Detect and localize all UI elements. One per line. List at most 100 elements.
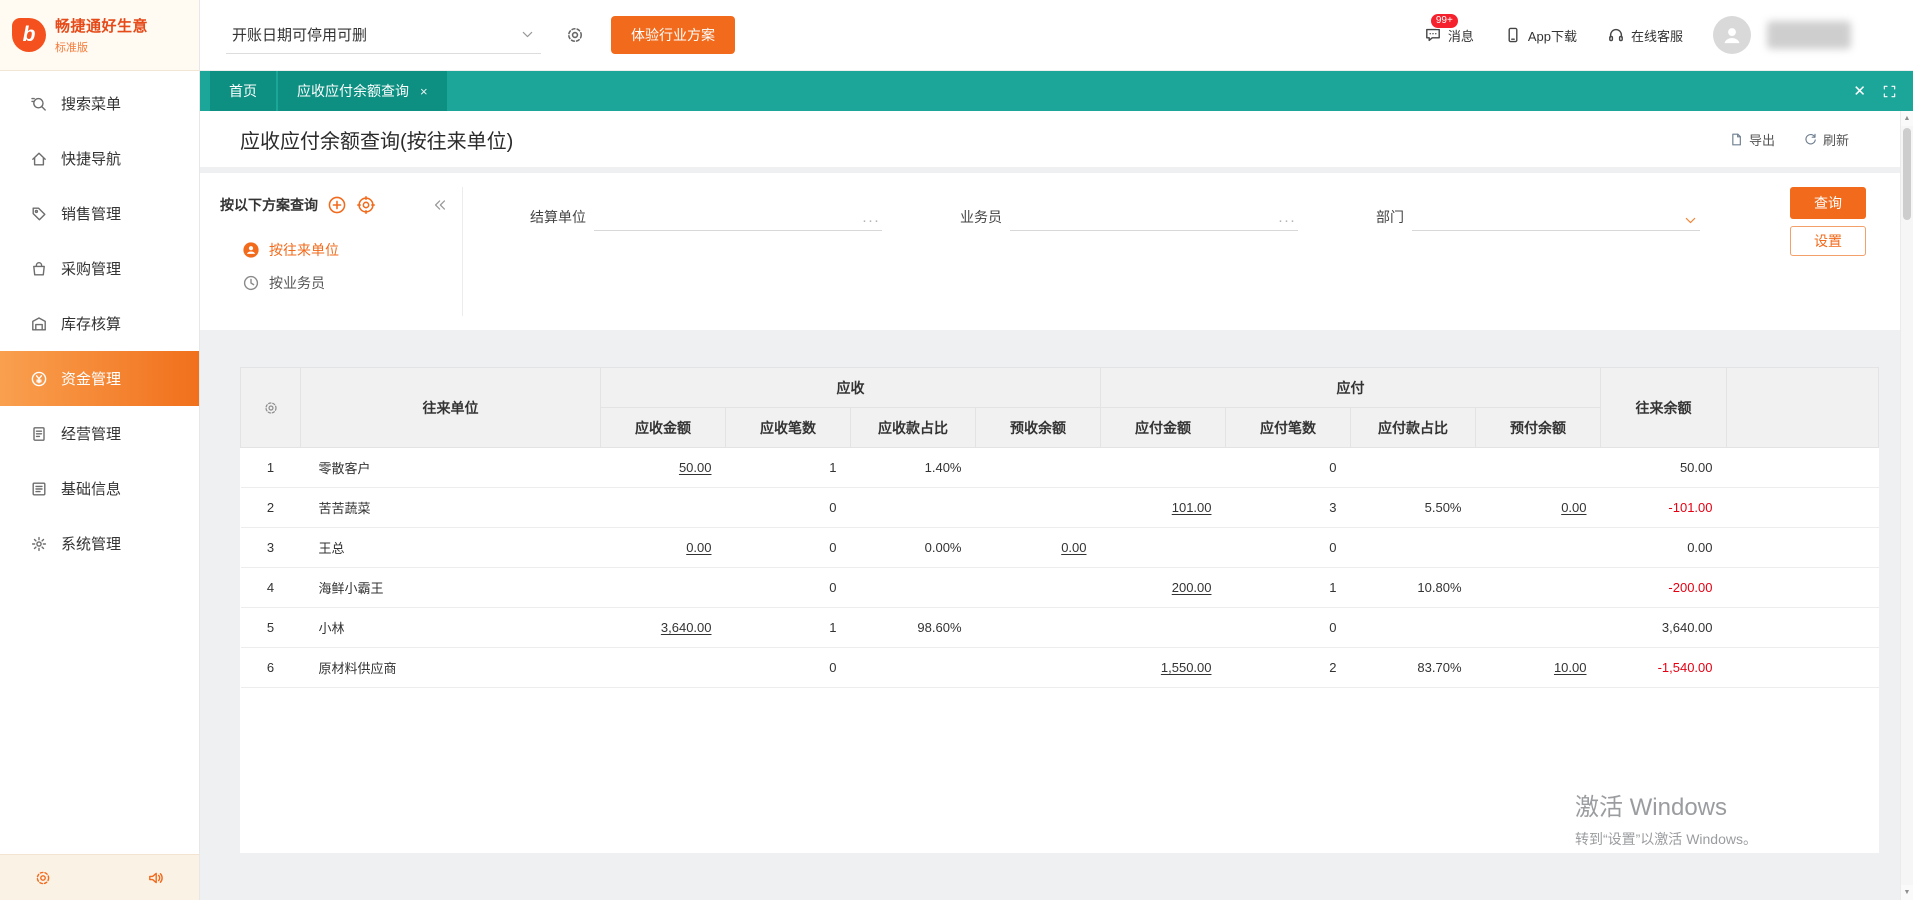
export-button[interactable]: 导出	[1729, 130, 1775, 149]
fullscreen-icon[interactable]	[1882, 84, 1897, 99]
more-icon[interactable]: ···	[1278, 213, 1296, 228]
sidebar-item-sales[interactable]: 销售管理	[0, 186, 199, 241]
col-payable-ratio: 应付款占比	[1350, 407, 1476, 448]
field-input[interactable]: ···	[594, 205, 882, 231]
gear-icon[interactable]	[565, 25, 585, 45]
table-row: 3 王总 0.00 0 0.00% 0.00 0 0.00	[240, 527, 1879, 568]
amount-link[interactable]: 101.00	[1100, 487, 1226, 528]
vertical-scrollbar[interactable]: ▲ ▼	[1900, 111, 1913, 900]
col-prereceipt-balance: 预收余额	[975, 407, 1101, 448]
scrollbar-thumb[interactable]	[1903, 128, 1911, 220]
account-set-label: 开账日期可停用可删	[232, 27, 368, 44]
amount-link[interactable]: 50.00	[600, 447, 726, 488]
trial-plan-button[interactable]: 体验行业方案	[611, 16, 735, 54]
col-group-payable: 应付	[1100, 367, 1601, 408]
sidebar-footer	[0, 854, 199, 900]
collapse-panel-icon[interactable]	[432, 197, 448, 213]
amount-cell	[850, 487, 976, 528]
field-input[interactable]: ···	[1010, 205, 1298, 231]
refresh-button[interactable]: 刷新	[1803, 130, 1849, 149]
messages-button[interactable]: 99+ 消息	[1424, 12, 1474, 45]
scroll-up-icon[interactable]: ▲	[1901, 111, 1913, 126]
scroll-down-icon[interactable]: ▼	[1901, 885, 1913, 900]
tab-home[interactable]: 首页	[210, 71, 276, 111]
tab-balance-query[interactable]: 应收应付余额查询 ×	[278, 71, 447, 111]
amount-cell	[1475, 447, 1601, 488]
amount-link[interactable]: 0.00	[975, 527, 1101, 568]
scheme-item-2[interactable]: 按业务员	[242, 266, 448, 299]
amount-cell: 1	[725, 447, 851, 488]
more-icon[interactable]: ···	[862, 213, 880, 228]
amount-link[interactable]: 10.00	[1475, 647, 1601, 688]
add-scheme-icon[interactable]	[327, 195, 347, 215]
amount-cell: 0	[1225, 527, 1351, 568]
sidebar-item-label: 库存核算	[61, 316, 122, 333]
content: 应收应付余额查询(按往来单位) 导出 刷新 按以下方案查询 按往来单位 按业务员…	[200, 111, 1913, 900]
amount-cell: 0.00%	[850, 527, 976, 568]
brand-edition: 标准版	[55, 42, 88, 54]
account-set-select[interactable]: 开账日期可停用可删	[226, 16, 541, 54]
page-title: 应收应付余额查询(按往来单位)	[240, 130, 514, 153]
amount-cell: 1.40%	[850, 447, 976, 488]
query-scheme-box: 按以下方案查询 按往来单位 按业务员	[200, 173, 462, 330]
amount-cell	[850, 647, 976, 688]
username-redacted	[1767, 21, 1851, 49]
sidebar-item-baseinfo[interactable]: 基础信息	[0, 461, 199, 516]
announcement-icon[interactable]	[147, 869, 165, 887]
table-row: 2 苦苦蔬菜 0 101.00 3 5.50% 0.00 -101.00	[240, 487, 1879, 528]
row-index: 5	[240, 607, 301, 648]
person-icon	[1721, 24, 1743, 46]
sidebar-item-purchase[interactable]: 采购管理	[0, 241, 199, 296]
row-index: 6	[240, 647, 301, 688]
tab-close-icon[interactable]: ×	[420, 84, 428, 99]
scheme-head: 按以下方案查询	[220, 195, 448, 215]
customer-name: 小林	[300, 607, 601, 648]
amount-link[interactable]: 1,550.00	[1100, 647, 1226, 688]
amount-link[interactable]: 200.00	[1100, 567, 1226, 608]
query-button[interactable]: 查询	[1790, 187, 1866, 219]
footer-gear-icon[interactable]	[34, 869, 52, 887]
amount-cell: -200.00	[1600, 567, 1727, 608]
table-row: 5 小林 3,640.00 1 98.60% 0 3,640.00	[240, 607, 1879, 648]
chevron-down-icon[interactable]	[1683, 213, 1698, 228]
amount-cell	[850, 567, 976, 608]
sidebar-nav: 搜索菜单 快捷导航 销售管理 采购管理库存核算资金管理 经营管理 基础信息 系统管理	[0, 71, 199, 571]
online-support-button[interactable]: 在线客服	[1607, 26, 1683, 45]
amount-cell: 0.00	[1600, 527, 1727, 568]
headset-icon	[1607, 26, 1625, 44]
field-input[interactable]	[1412, 205, 1700, 231]
avatar[interactable]	[1713, 16, 1751, 54]
app-download-label: App下载	[1527, 28, 1577, 44]
column-gear-icon[interactable]	[263, 400, 279, 416]
amount-cell: 50.00	[1600, 447, 1727, 488]
app-download-button[interactable]: App下载	[1504, 26, 1577, 45]
sidebar-item-funds[interactable]: 资金管理	[0, 351, 199, 406]
table-row: 4 海鲜小霸王 0 200.00 1 10.80% -200.00	[240, 567, 1879, 608]
table-body: 1 零散客户 50.00 1 1.40% 0 50.00 2 苦苦蔬菜 0 101.00 3 5.50%…	[240, 447, 1879, 688]
row-index: 4	[240, 567, 301, 608]
amount-cell: 5.50%	[1350, 487, 1476, 528]
scheme-item-1[interactable]: 按往来单位	[242, 233, 448, 266]
field-label: 部门	[1376, 209, 1404, 225]
amount-cell: 0	[725, 527, 851, 568]
amount-link[interactable]: 0.00	[1475, 487, 1601, 528]
amount-cell: 0	[725, 567, 851, 608]
amount-cell: 0	[725, 487, 851, 528]
sidebar-item-business[interactable]: 经营管理	[0, 406, 199, 461]
sidebar-item-search[interactable]: 搜索菜单	[0, 76, 199, 131]
col-receivable-count: 应收笔数	[725, 407, 851, 448]
sidebar-item-home[interactable]: 快捷导航	[0, 131, 199, 186]
amount-link[interactable]: 3,640.00	[600, 607, 726, 648]
col-balance: 往来余额	[1600, 367, 1727, 448]
clock-icon	[242, 274, 260, 292]
settings-button[interactable]: 设置	[1790, 226, 1866, 256]
amount-cell	[1475, 607, 1601, 648]
close-icon[interactable]: ✕	[1853, 82, 1866, 100]
sidebar-item-system[interactable]: 系统管理	[0, 516, 199, 571]
amount-cell	[975, 567, 1101, 608]
sidebar-item-inventory[interactable]: 库存核算	[0, 296, 199, 351]
scheme-settings-icon[interactable]	[356, 195, 376, 215]
amount-cell	[600, 567, 726, 608]
customer-name: 苦苦蔬菜	[300, 487, 601, 528]
amount-link[interactable]: 0.00	[600, 527, 726, 568]
